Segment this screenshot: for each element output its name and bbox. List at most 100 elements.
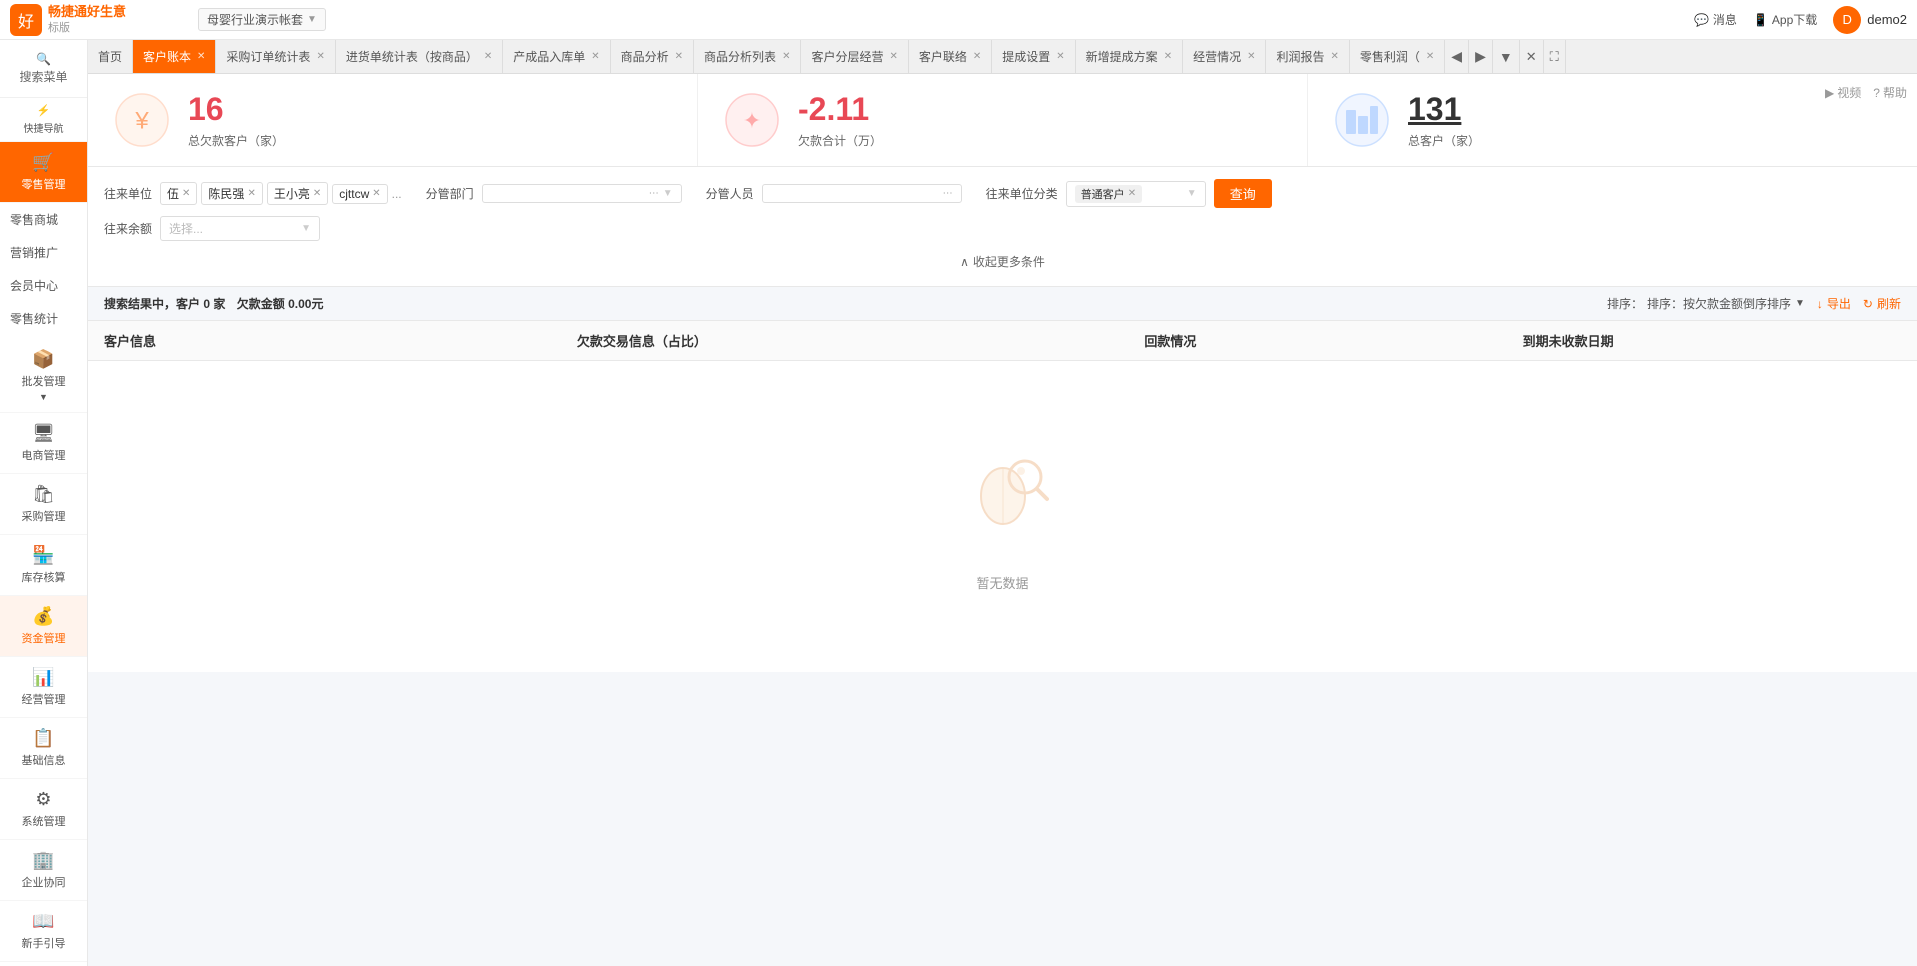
sidebar-item-operation[interactable]: 📊 经营管理 — [0, 657, 87, 718]
filter-tag-chen[interactable]: 陈民强 ✕ — [201, 182, 262, 205]
stat-value-total-customers[interactable]: 131 — [1408, 91, 1480, 128]
sidebar-item-system[interactable]: ⚙ 系统管理 — [0, 779, 87, 840]
stat-icon-debtors: ¥ — [112, 90, 172, 150]
stat-label-debt-amount: 欠款合计（万） — [798, 132, 882, 149]
filter-tag-wang-close[interactable]: ✕ — [313, 188, 321, 199]
refresh-btn[interactable]: ↻ 刷新 — [1863, 295, 1901, 312]
person-select[interactable]: ⋯ — [762, 184, 962, 203]
person-label: 分管人员 — [706, 185, 754, 202]
table-area: 客户信息 欠款交易信息（占比） 回款情况 到期未收款日期 — [88, 321, 1917, 672]
sidebar-item-enterprise[interactable]: 🏢 企业协同 — [0, 840, 87, 901]
filter-tag-wu-close[interactable]: ✕ — [182, 188, 190, 199]
top-right-actions: 💬 消息 📱 App下载 D demo2 — [1694, 6, 1907, 34]
user-area[interactable]: D demo2 — [1833, 6, 1907, 34]
stat-value-debtors: 16 — [188, 91, 284, 128]
content-area: 首页 客户账本 ✕ 采购订单统计表 ✕ 进货单统计表（按商品） ✕ 产成品入库单… — [88, 40, 1917, 966]
tab-fullscreen-btn[interactable]: ⛶ — [1544, 40, 1566, 74]
tab-close-13[interactable]: ✕ — [1426, 51, 1434, 62]
sidebar-item-retail[interactable]: 🛒 零售管理 — [0, 142, 87, 203]
tab-home[interactable]: 首页 — [88, 40, 133, 74]
tab-close-8[interactable]: ✕ — [973, 51, 981, 62]
logo-icon: 好 — [10, 4, 42, 36]
tab-purchase-order-stats[interactable]: 采购订单统计表 ✕ — [216, 40, 335, 74]
app-download-btn[interactable]: 📱 App下载 — [1753, 11, 1817, 28]
logo-area: 好 畅捷通好生意 标版 — [10, 4, 180, 36]
balance-select[interactable]: 选择... ▼ — [160, 216, 320, 241]
tab-close-6[interactable]: ✕ — [782, 51, 790, 62]
tab-product-analysis[interactable]: 商品分析 ✕ — [611, 40, 694, 74]
sidebar-item-newbie[interactable]: 📖 新手引导 — [0, 901, 87, 962]
tab-menu-btn[interactable]: ▼ — [1493, 40, 1520, 74]
stat-card-debt-amount: ✦ -2.11 欠款合计（万） — [698, 74, 1308, 166]
tab-production-inbound[interactable]: 产成品入库单 ✕ — [503, 40, 610, 74]
sort-selector[interactable]: 排序： 排序：按欠款金额倒序排序 ▼ — [1607, 295, 1805, 312]
filter-tag-chen-close[interactable]: ✕ — [247, 188, 255, 199]
sidebar-sub-retail-stats[interactable]: 零售统计 — [0, 302, 87, 335]
svg-text:✦: ✦ — [743, 108, 761, 133]
tab-prev-btn[interactable]: ◀ — [1445, 40, 1469, 74]
doc-help-btn[interactable]: ? 帮助 — [1873, 84, 1907, 101]
tab-customer-tier[interactable]: 客户分层经营 ✕ — [801, 40, 908, 74]
stat-info-debt-amount: -2.11 欠款合计（万） — [798, 91, 882, 149]
sidebar-item-quick-nav[interactable]: ⚡ 快捷导航 — [0, 98, 87, 142]
tab-customer-contact[interactable]: 客户联络 ✕ — [909, 40, 992, 74]
tab-close-3[interactable]: ✕ — [484, 51, 492, 62]
tab-retail-profit[interactable]: 零售利润（ ✕ — [1350, 40, 1445, 74]
tab-close-2[interactable]: ✕ — [316, 51, 324, 62]
tab-purchase-stats-by-product[interactable]: 进货单统计表（按商品） ✕ — [336, 40, 503, 74]
tab-close-9[interactable]: ✕ — [1056, 51, 1064, 62]
stats-area: ¥ 16 总欠款客户（家） ✦ — [88, 74, 1917, 167]
tab-close-10[interactable]: ✕ — [1164, 51, 1172, 62]
tab-close-5[interactable]: ✕ — [675, 51, 683, 62]
sidebar-sub-retail-mall[interactable]: 零售商城 — [0, 203, 87, 236]
result-actions: 排序： 排序：按欠款金额倒序排序 ▼ ↓ 导出 ↻ 刷新 — [1607, 295, 1901, 312]
tab-close-12[interactable]: ✕ — [1331, 51, 1339, 62]
tab-next-btn[interactable]: ▶ — [1469, 40, 1493, 74]
search-menu-btn[interactable]: 🔍 搜索菜单 — [6, 48, 81, 89]
tab-close-11[interactable]: ✕ — [1247, 51, 1255, 62]
video-help-btn[interactable]: ▶ 视频 — [1825, 84, 1861, 101]
filter-tag-wu[interactable]: 伍 ✕ — [160, 182, 197, 205]
tab-operation[interactable]: 经营情况 ✕ — [1183, 40, 1266, 74]
tab-close-7[interactable]: ✕ — [889, 51, 897, 62]
collapse-btn[interactable]: ∧ 收起更多条件 — [948, 249, 1057, 274]
tab-commission-settings[interactable]: 提成设置 ✕ — [992, 40, 1075, 74]
unit-class-tag[interactable]: 普通客户 ✕ — [1075, 185, 1142, 203]
result-info: 搜索结果中，客户 0 家 欠款金额 0.00元 — [104, 295, 323, 312]
sidebar-sub-marketing[interactable]: 营销推广 — [0, 236, 87, 269]
filter-row-2: 往来余额 选择... ▼ — [104, 216, 1901, 241]
export-btn[interactable]: ↓ 导出 — [1817, 295, 1851, 312]
filter-tag-cjttcw[interactable]: cjttcw ✕ — [332, 184, 387, 204]
tab-close-customer-ledger[interactable]: ✕ — [197, 51, 205, 62]
unit-class-label: 往来单位分类 — [986, 185, 1058, 202]
sidebar-item-finance[interactable]: 💰 资金管理 — [0, 596, 87, 657]
stat-help-buttons: ▶ 视频 ? 帮助 — [1825, 84, 1907, 101]
collapse-row: ∧ 收起更多条件 — [104, 249, 1901, 274]
filter-area: 往来单位 伍 ✕ 陈民强 ✕ 王小亮 ✕ — [88, 167, 1917, 287]
tab-product-analysis-list[interactable]: 商品分析列表 ✕ — [694, 40, 801, 74]
filter-tag-cjttcw-close[interactable]: ✕ — [372, 188, 380, 199]
unit-class-select[interactable]: 普通客户 ✕ ▼ — [1066, 181, 1206, 207]
tab-bar: 首页 客户账本 ✕ 采购订单统计表 ✕ 进货单统计表（按商品） ✕ 产成品入库单… — [88, 40, 1917, 74]
message-btn[interactable]: 💬 消息 — [1694, 11, 1737, 28]
sidebar-item-basic[interactable]: 📋 基础信息 — [0, 718, 87, 779]
sidebar-item-inventory[interactable]: 🏪 库存核算 — [0, 535, 87, 596]
workspace-selector[interactable]: 母婴行业演示帐套 ▼ — [198, 8, 326, 31]
tab-add-commission-plan[interactable]: 新增提成方案 ✕ — [1076, 40, 1183, 74]
tab-close-all-btn[interactable]: ✕ — [1520, 40, 1544, 74]
tab-customer-ledger[interactable]: 客户账本 ✕ — [133, 40, 216, 74]
sidebar-sub-member-center[interactable]: 会员中心 — [0, 269, 87, 302]
sidebar-item-ecommerce[interactable]: 🖥 电商管理 — [0, 413, 87, 474]
filter-tag-wang[interactable]: 王小亮 ✕ — [267, 182, 328, 205]
sidebar-item-batch[interactable]: 📦 批发管理 ▼ — [0, 339, 87, 413]
tab-profit-report[interactable]: 利润报告 ✕ — [1266, 40, 1349, 74]
dept-select[interactable]: ⋯ ▼ — [482, 184, 682, 203]
stat-card-debtors: ¥ 16 总欠款客户（家） — [88, 74, 698, 166]
stat-icon-debt: ✦ — [722, 90, 782, 150]
tab-close-4[interactable]: ✕ — [591, 51, 599, 62]
sidebar-item-appstore[interactable]: 🔧 应用中心 — [0, 962, 87, 966]
filter-more-tags[interactable]: ... — [392, 187, 402, 201]
sidebar-item-purchase[interactable]: 🛍 采购管理 — [0, 474, 87, 535]
query-button[interactable]: 查询 — [1214, 179, 1272, 208]
page-content: ¥ 16 总欠款客户（家） ✦ — [88, 74, 1917, 966]
